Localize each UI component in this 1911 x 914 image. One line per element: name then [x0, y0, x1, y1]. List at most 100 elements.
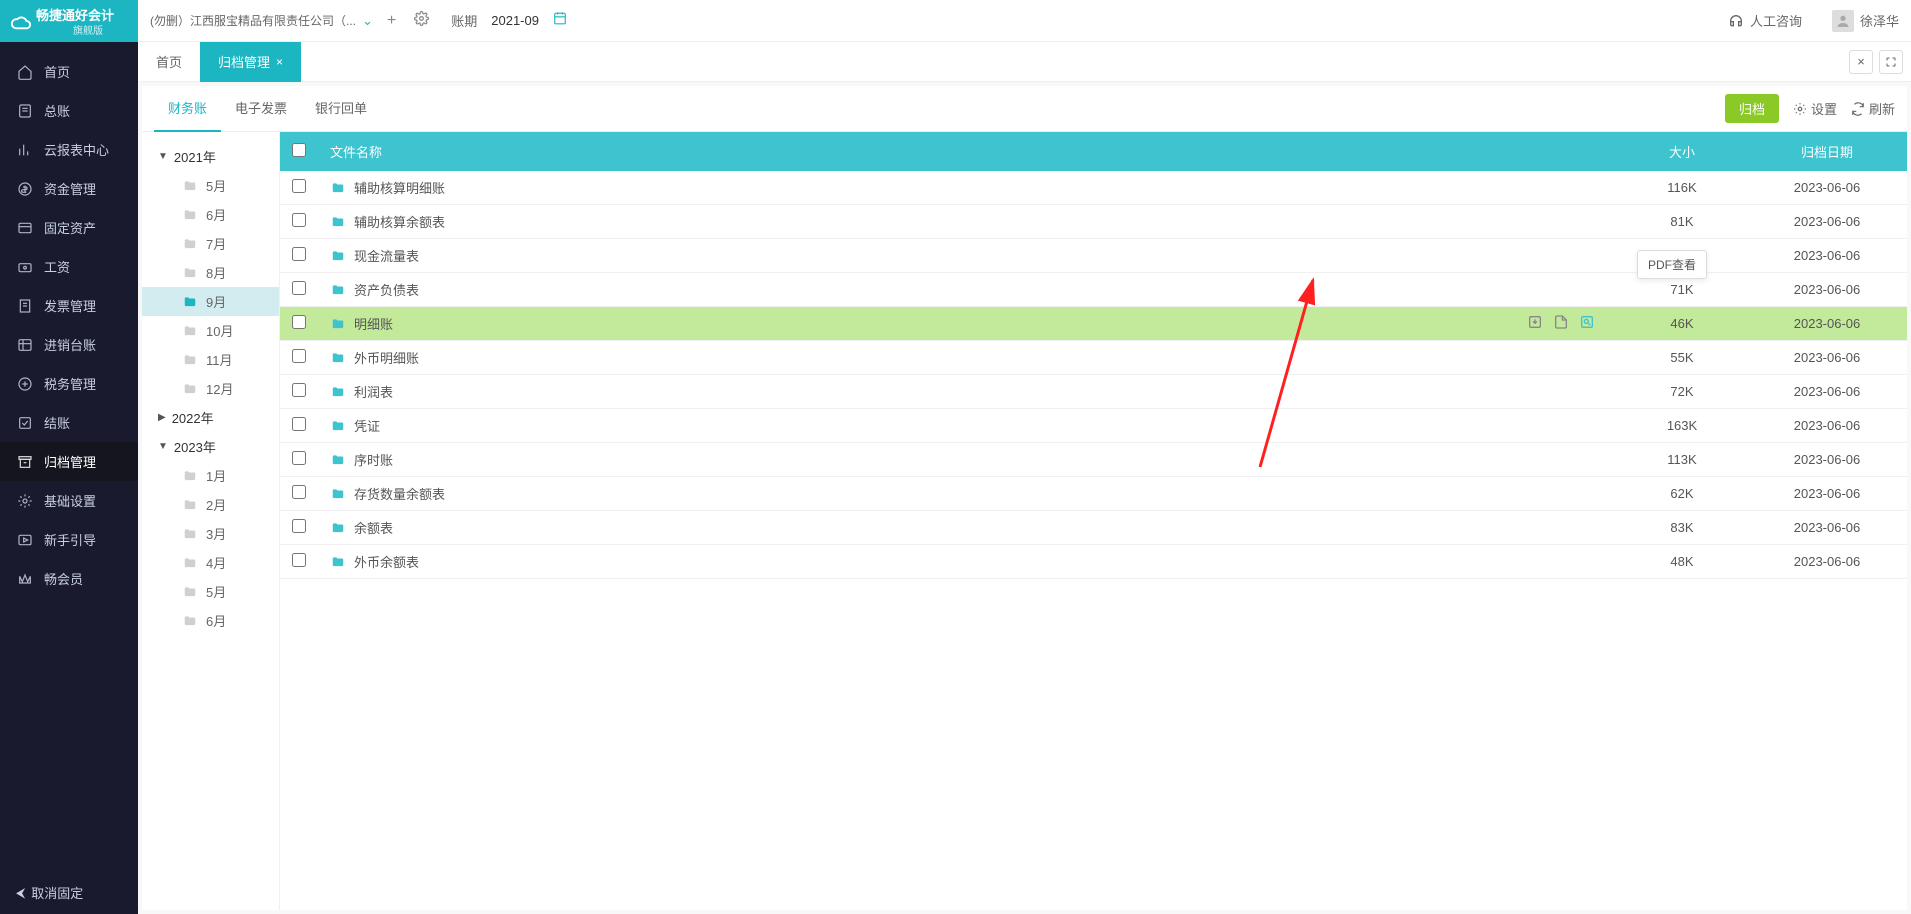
subtab-财务账[interactable]: 财务账: [154, 86, 221, 132]
tree-year-2021年[interactable]: ▼2021年: [142, 142, 279, 171]
tab-归档管理[interactable]: 归档管理×: [200, 42, 301, 82]
folder-icon: [182, 179, 198, 193]
tree-month-4月[interactable]: 4月: [142, 548, 279, 577]
pdf-icon[interactable]: [1553, 314, 1569, 333]
table-row[interactable]: 明细账 46K 2023-06-06: [280, 307, 1907, 341]
pdf-tooltip: PDF查看: [1637, 250, 1707, 279]
content: 财务账电子发票银行回单 归档 设置 刷新 ▼2021年5月6月7月8月9月10: [142, 86, 1907, 910]
tree-year-2023年[interactable]: ▼2023年: [142, 432, 279, 461]
nav-item-invoice[interactable]: 发票管理: [0, 286, 138, 325]
nav-item-ledger[interactable]: 总账: [0, 91, 138, 130]
file-size: 116K: [1617, 171, 1747, 205]
folder-icon: [182, 585, 198, 599]
row-checkbox[interactable]: [292, 553, 306, 567]
file-size: 163K: [1617, 409, 1747, 443]
tree-month-8月[interactable]: 8月: [142, 258, 279, 287]
file-date: 2023-06-06: [1747, 545, 1907, 579]
file-name: 利润表: [354, 382, 393, 401]
row-checkbox[interactable]: [292, 281, 306, 295]
nav-item-settings[interactable]: 基础设置: [0, 481, 138, 520]
settings-link[interactable]: 设置: [1793, 99, 1837, 118]
nav-label: 新手引导: [44, 530, 96, 549]
tree-month-6月[interactable]: 6月: [142, 200, 279, 229]
tree-month-11月[interactable]: 11月: [142, 345, 279, 374]
file-date: 2023-06-06: [1747, 341, 1907, 375]
tree-month-5月[interactable]: 5月: [142, 171, 279, 200]
row-checkbox[interactable]: [292, 247, 306, 261]
folder-icon: [330, 317, 346, 331]
preview-icon[interactable]: [1579, 314, 1595, 333]
unpin-button[interactable]: ⮜ 取消固定: [0, 871, 138, 914]
tree-month-10月[interactable]: 10月: [142, 316, 279, 345]
tree-month-1月[interactable]: 1月: [142, 461, 279, 490]
nav-item-guide[interactable]: 新手引导: [0, 520, 138, 559]
tree-month-3月[interactable]: 3月: [142, 519, 279, 548]
tree-month-7月[interactable]: 7月: [142, 229, 279, 258]
tree-month-5月[interactable]: 5月: [142, 577, 279, 606]
row-checkbox[interactable]: [292, 315, 306, 329]
nav-item-close[interactable]: 结账: [0, 403, 138, 442]
nav-item-home[interactable]: 首页: [0, 52, 138, 91]
col-date: 归档日期: [1747, 132, 1907, 171]
tree-year-2022年[interactable]: ▶2022年: [142, 403, 279, 432]
download-icon[interactable]: [1527, 314, 1543, 333]
consult-button[interactable]: 人工咨询: [1728, 11, 1802, 30]
row-checkbox[interactable]: [292, 179, 306, 193]
salary-icon: [16, 258, 34, 276]
refresh-link[interactable]: 刷新: [1851, 99, 1895, 118]
nav-item-bag[interactable]: 资金管理: [0, 169, 138, 208]
plus-icon[interactable]: +: [383, 12, 400, 30]
table-row[interactable]: 余额表 83K 2023-06-06: [280, 511, 1907, 545]
file-name: 存货数量余额表: [354, 484, 445, 503]
table-row[interactable]: 利润表 72K 2023-06-06: [280, 375, 1907, 409]
nav-item-asset[interactable]: 固定资产: [0, 208, 138, 247]
subtab-银行回单[interactable]: 银行回单: [301, 86, 381, 132]
tab-close-button[interactable]: ×: [1849, 50, 1873, 74]
table-row[interactable]: 存货数量余额表 62K 2023-06-06: [280, 477, 1907, 511]
row-checkbox[interactable]: [292, 485, 306, 499]
tree-month-2月[interactable]: 2月: [142, 490, 279, 519]
company-selector[interactable]: (勿删）江西服宝精品有限责任公司（... ⌄: [150, 12, 373, 29]
nav-item-chart[interactable]: 云报表中心: [0, 130, 138, 169]
user-menu[interactable]: 徐泽华: [1832, 10, 1899, 32]
archive-button[interactable]: 归档: [1725, 94, 1779, 123]
nav-item-inout[interactable]: 进销台账: [0, 325, 138, 364]
tree-month-6月[interactable]: 6月: [142, 606, 279, 635]
table-row[interactable]: 辅助核算明细账 116K 2023-06-06: [280, 171, 1907, 205]
nav-item-salary[interactable]: 工资: [0, 247, 138, 286]
folder-icon: [182, 556, 198, 570]
tab-首页[interactable]: 首页: [138, 42, 200, 82]
row-checkbox[interactable]: [292, 451, 306, 465]
table-row[interactable]: 序时账 113K 2023-06-06: [280, 443, 1907, 477]
file-date: 2023-06-06: [1747, 239, 1907, 273]
asset-icon: [16, 219, 34, 237]
close-icon[interactable]: ×: [276, 55, 283, 69]
nav-item-vip[interactable]: 畅会员: [0, 559, 138, 598]
table-row[interactable]: 凭证 163K 2023-06-06: [280, 409, 1907, 443]
row-checkbox[interactable]: [292, 383, 306, 397]
gear-icon[interactable]: [410, 11, 433, 31]
subtab-电子发票[interactable]: 电子发票: [221, 86, 301, 132]
nav-item-archive[interactable]: 归档管理: [0, 442, 138, 481]
year-label: 2021年: [174, 147, 216, 166]
invoice-icon: [16, 297, 34, 315]
folder-icon: [330, 487, 346, 501]
table-row[interactable]: 辅助核算余额表 81K 2023-06-06: [280, 205, 1907, 239]
table-row[interactable]: 外币余额表 48K 2023-06-06: [280, 545, 1907, 579]
row-checkbox[interactable]: [292, 349, 306, 363]
nav-label: 畅会员: [44, 569, 83, 588]
select-all-checkbox[interactable]: [292, 143, 306, 157]
row-checkbox[interactable]: [292, 519, 306, 533]
chevron-down-icon: ⌄: [362, 13, 373, 29]
fullscreen-button[interactable]: [1879, 50, 1903, 74]
tree-month-9月[interactable]: 9月: [142, 287, 279, 316]
col-name: 文件名称: [318, 132, 1617, 171]
calendar-icon[interactable]: [549, 11, 571, 30]
nav-item-tax[interactable]: 税务管理: [0, 364, 138, 403]
folder-icon: [330, 249, 346, 263]
tree-month-12月[interactable]: 12月: [142, 374, 279, 403]
row-checkbox[interactable]: [292, 213, 306, 227]
close-icon: [16, 414, 34, 432]
table-row[interactable]: 外币明细账 55K 2023-06-06: [280, 341, 1907, 375]
row-checkbox[interactable]: [292, 417, 306, 431]
